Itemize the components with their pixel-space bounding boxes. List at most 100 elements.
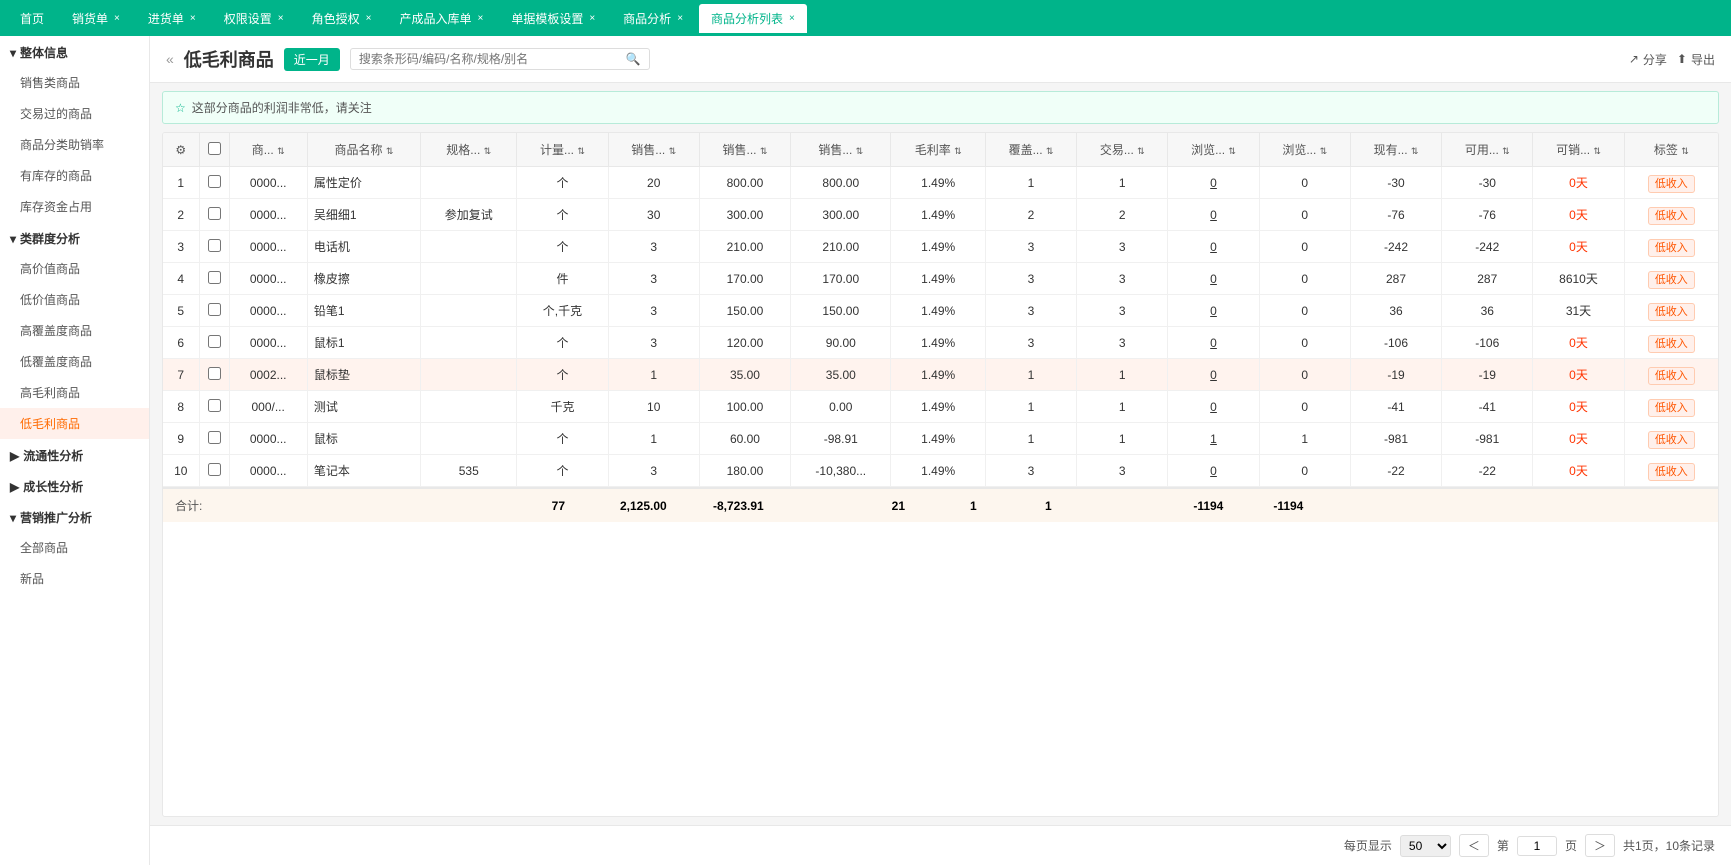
nav-product-analysis-list[interactable]: 商品分析列表 × bbox=[699, 4, 807, 33]
row-name[interactable]: 电话机 bbox=[307, 231, 420, 263]
row-name[interactable]: 属性定价 bbox=[307, 167, 420, 199]
row-checkbox[interactable] bbox=[199, 423, 229, 455]
search-input[interactable] bbox=[359, 52, 626, 66]
col-tag[interactable]: 标签 ⇅ bbox=[1624, 133, 1718, 167]
next-page-btn[interactable]: ＞ bbox=[1585, 834, 1615, 857]
nav-permissions[interactable]: 权限设置 × bbox=[212, 4, 296, 33]
sidebar-group-growth[interactable]: ▶ 成长性分析 bbox=[0, 470, 149, 501]
nav-product-analysis-close[interactable]: × bbox=[677, 13, 683, 24]
row-select-checkbox[interactable] bbox=[208, 399, 221, 412]
row-browse1[interactable]: 0 bbox=[1168, 455, 1259, 487]
sidebar-item-sales-goods[interactable]: 销售类商品 bbox=[0, 67, 149, 98]
sidebar-group-overall[interactable]: ▾ 整体信息 bbox=[0, 36, 149, 67]
nav-product-entry-close[interactable]: × bbox=[477, 13, 483, 24]
col-available[interactable]: 可用... ⇅ bbox=[1442, 133, 1533, 167]
sidebar-item-low-margin[interactable]: 低毛利商品 bbox=[0, 408, 149, 439]
nav-product-analysis[interactable]: 商品分析 × bbox=[611, 4, 695, 33]
sidebar-item-traded-goods[interactable]: 交易过的商品 bbox=[0, 98, 149, 129]
row-name[interactable]: 吴细细1 bbox=[307, 199, 420, 231]
nav-product-analysis-list-close[interactable]: × bbox=[789, 13, 795, 24]
row-select-checkbox[interactable] bbox=[208, 463, 221, 476]
col-saleable[interactable]: 可销... ⇅ bbox=[1533, 133, 1624, 167]
col-stock[interactable]: 现有... ⇅ bbox=[1350, 133, 1441, 167]
nav-template[interactable]: 单据模板设置 × bbox=[499, 4, 607, 33]
col-browse2[interactable]: 浏览... ⇅ bbox=[1259, 133, 1350, 167]
col-sale-price[interactable]: 销售... ⇅ bbox=[699, 133, 790, 167]
col-sale-amount[interactable]: 销售... ⇅ bbox=[791, 133, 891, 167]
sidebar-item-low-coverage[interactable]: 低覆盖度商品 bbox=[0, 346, 149, 377]
sidebar-item-high-coverage[interactable]: 高覆盖度商品 bbox=[0, 315, 149, 346]
prev-page-btn[interactable]: ＜ bbox=[1459, 834, 1489, 857]
sidebar-item-category-rate[interactable]: 商品分类助销率 bbox=[0, 129, 149, 160]
sidebar-item-high-margin[interactable]: 高毛利商品 bbox=[0, 377, 149, 408]
row-checkbox[interactable] bbox=[199, 455, 229, 487]
row-select-checkbox[interactable] bbox=[208, 335, 221, 348]
row-name[interactable]: 测试 bbox=[307, 391, 420, 423]
per-page-select[interactable]: 50 100 bbox=[1400, 835, 1451, 857]
row-browse1[interactable]: 0 bbox=[1168, 199, 1259, 231]
col-coverage[interactable]: 覆盖... ⇅ bbox=[985, 133, 1076, 167]
sidebar-item-stock-capital[interactable]: 库存资金占用 bbox=[0, 191, 149, 222]
row-browse1[interactable]: 0 bbox=[1168, 231, 1259, 263]
col-margin[interactable]: 毛利率 ⇅ bbox=[891, 133, 985, 167]
row-checkbox[interactable] bbox=[199, 359, 229, 391]
row-browse1[interactable]: 0 bbox=[1168, 295, 1259, 327]
share-button[interactable]: ↗ 分享 bbox=[1629, 51, 1667, 68]
nav-template-close[interactable]: × bbox=[589, 13, 595, 24]
col-code[interactable]: 商... ⇅ bbox=[229, 133, 307, 167]
nav-purchase[interactable]: 进货单 × bbox=[136, 4, 208, 33]
sidebar-item-all-goods[interactable]: 全部商品 bbox=[0, 532, 149, 563]
row-select-checkbox[interactable] bbox=[208, 431, 221, 444]
row-name[interactable]: 橡皮擦 bbox=[307, 263, 420, 295]
col-name[interactable]: 商品名称 ⇅ bbox=[307, 133, 420, 167]
row-browse1[interactable]: 0 bbox=[1168, 391, 1259, 423]
row-browse1[interactable]: 0 bbox=[1168, 359, 1259, 391]
page-number-input[interactable] bbox=[1517, 836, 1557, 856]
col-unit[interactable]: 计量... ⇅ bbox=[517, 133, 608, 167]
row-browse1[interactable]: 0 bbox=[1168, 263, 1259, 295]
row-name[interactable]: 鼠标 bbox=[307, 423, 420, 455]
sidebar-group-marketing[interactable]: ▾ 营销推广分析 bbox=[0, 501, 149, 532]
nav-purchase-close[interactable]: × bbox=[190, 13, 196, 24]
nav-product-entry[interactable]: 产成品入库单 × bbox=[387, 4, 495, 33]
row-select-checkbox[interactable] bbox=[208, 207, 221, 220]
sidebar-item-high-value[interactable]: 高价值商品 bbox=[0, 253, 149, 284]
row-select-checkbox[interactable] bbox=[208, 367, 221, 380]
export-button[interactable]: ⬆ 导出 bbox=[1677, 51, 1715, 68]
row-checkbox[interactable] bbox=[199, 391, 229, 423]
col-spec[interactable]: 规格... ⇅ bbox=[421, 133, 517, 167]
sidebar-item-in-stock[interactable]: 有库存的商品 bbox=[0, 160, 149, 191]
col-browse1[interactable]: 浏览... ⇅ bbox=[1168, 133, 1259, 167]
sidebar-collapse-btn[interactable]: « bbox=[166, 51, 174, 67]
row-browse1[interactable]: 0 bbox=[1168, 327, 1259, 359]
col-trade[interactable]: 交易... ⇅ bbox=[1077, 133, 1168, 167]
row-browse1[interactable]: 1 bbox=[1168, 423, 1259, 455]
nav-role-auth[interactable]: 角色授权 × bbox=[300, 4, 384, 33]
col-sale-qty[interactable]: 销售... ⇅ bbox=[608, 133, 699, 167]
row-checkbox[interactable] bbox=[199, 199, 229, 231]
nav-permissions-close[interactable]: × bbox=[278, 13, 284, 24]
row-name[interactable]: 鼠标1 bbox=[307, 327, 420, 359]
row-select-checkbox[interactable] bbox=[208, 239, 221, 252]
row-select-checkbox[interactable] bbox=[208, 175, 221, 188]
row-name[interactable]: 笔记本 bbox=[307, 455, 420, 487]
select-all-checkbox[interactable] bbox=[208, 142, 221, 155]
period-button[interactable]: 近一月 bbox=[284, 48, 340, 71]
row-checkbox[interactable] bbox=[199, 295, 229, 327]
sidebar-group-cluster[interactable]: ▾ 类群度分析 bbox=[0, 222, 149, 253]
nav-sales[interactable]: 销货单 × bbox=[60, 4, 132, 33]
row-name[interactable]: 鼠标垫 bbox=[307, 359, 420, 391]
col-checkbox[interactable] bbox=[199, 133, 229, 167]
nav-home[interactable]: 首页 bbox=[8, 4, 56, 33]
sidebar-item-new-goods[interactable]: 新品 bbox=[0, 563, 149, 594]
row-checkbox[interactable] bbox=[199, 167, 229, 199]
sidebar-group-circulation[interactable]: ▶ 流通性分析 bbox=[0, 439, 149, 470]
row-checkbox[interactable] bbox=[199, 327, 229, 359]
nav-sales-close[interactable]: × bbox=[114, 13, 120, 24]
search-icon[interactable]: 🔍 bbox=[626, 52, 641, 66]
row-select-checkbox[interactable] bbox=[208, 303, 221, 316]
row-select-checkbox[interactable] bbox=[208, 271, 221, 284]
nav-role-auth-close[interactable]: × bbox=[366, 13, 372, 24]
row-name[interactable]: 铅笔1 bbox=[307, 295, 420, 327]
col-settings[interactable]: ⚙ bbox=[163, 133, 199, 167]
